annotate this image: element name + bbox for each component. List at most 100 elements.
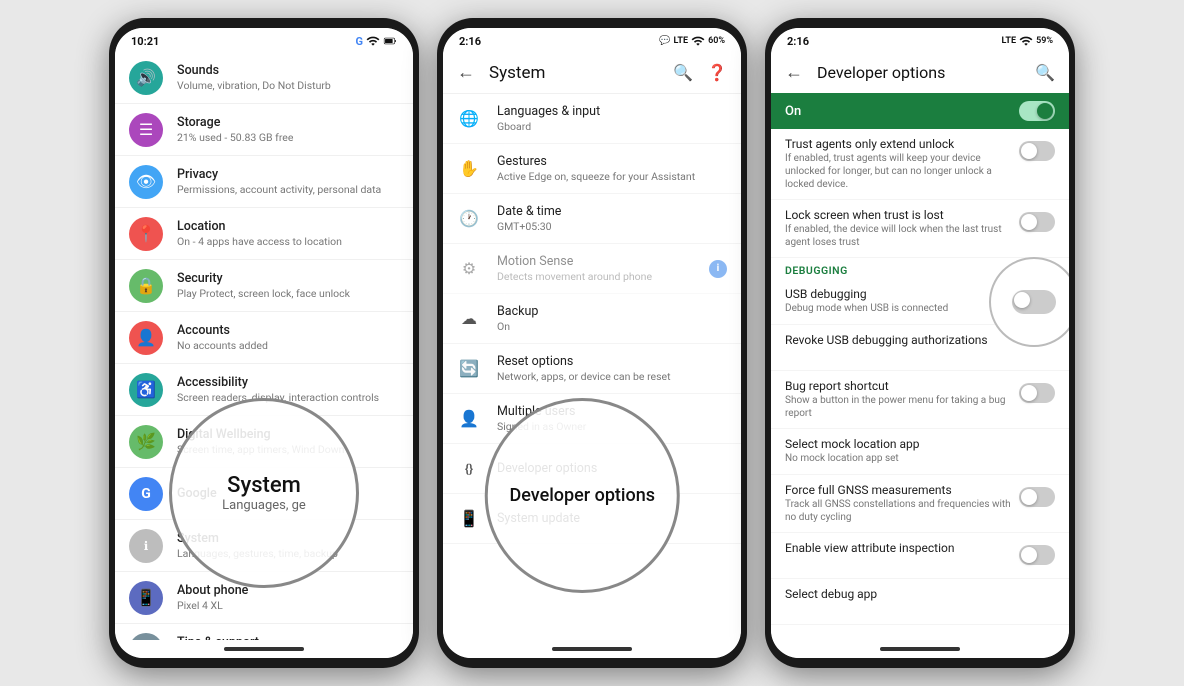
multiuser-icon: 👤 [457, 407, 481, 431]
backup-subtitle: On [497, 320, 727, 333]
viewattr-toggle[interactable] [1019, 545, 1055, 565]
gnss-toggle[interactable] [1019, 487, 1055, 507]
lockscreen-subtitle: If enabled, the device will lock when th… [785, 223, 1011, 249]
system-item-reset[interactable]: 🔄 Reset options Network, apps, or device… [443, 344, 741, 394]
dev-master-toggle[interactable] [1019, 101, 1055, 121]
msg-icon: 💬 [659, 36, 670, 46]
google-title: Google [177, 486, 399, 501]
developer-header: ← Developer options 🔍 [771, 52, 1069, 93]
about-icon: 📱 [129, 581, 163, 615]
system-item-motion[interactable]: ⚙ Motion Sense Detects movement around p… [443, 244, 741, 294]
status-icons-3: LTE 59% [1002, 34, 1053, 48]
settings-item-system[interactable]: ℹ System Languages, gestures, time, back… [115, 520, 413, 572]
update-title: System update [497, 511, 727, 526]
search-button-3[interactable]: 🔍 [1035, 63, 1055, 82]
lockscreen-toggle[interactable] [1019, 212, 1055, 232]
settings-item-google[interactable]: G Google [115, 468, 413, 520]
status-bar-3: 2:16 LTE 59% [771, 28, 1069, 52]
battery-icon [383, 34, 397, 48]
datetime-icon: 🕐 [457, 207, 481, 231]
bugreport-toggle[interactable] [1019, 383, 1055, 403]
datetime-subtitle: GMT+05:30 [497, 220, 727, 233]
search-button-2[interactable]: 🔍 [673, 63, 693, 82]
storage-title: Storage [177, 115, 399, 130]
dev-item-lockscreen[interactable]: Lock screen when trust is lost If enable… [771, 200, 1069, 258]
nav-bar-1 [115, 640, 413, 658]
system-item-backup[interactable]: ☁ Backup On [443, 294, 741, 344]
developer-title: Developer options [497, 461, 727, 476]
motion-icon: ⚙ [457, 257, 481, 281]
settings-item-digital-wellbeing[interactable]: 🌿 Digital Wellbeing Screen time, app tim… [115, 416, 413, 468]
nav-bar-2 [443, 640, 741, 658]
settings-item-sounds[interactable]: 🔊 Sounds Volume, vibration, Do Not Distu… [115, 52, 413, 104]
sounds-icon: 🔊 [129, 61, 163, 95]
status-bar-2: 2:16 💬 LTE 60% [443, 28, 741, 52]
location-icon: 📍 [129, 217, 163, 251]
languages-subtitle: Gboard [497, 120, 727, 133]
security-subtitle: Play Protect, screen lock, face unlock [177, 287, 399, 300]
usb-title: USB debugging [785, 287, 1011, 301]
system-item-update[interactable]: 📱 System update [443, 494, 741, 544]
about-subtitle: Pixel 4 XL [177, 599, 399, 612]
reset-title: Reset options [497, 354, 727, 369]
accessibility-title: Accessibility [177, 375, 399, 390]
dev-on-bar: On [771, 93, 1069, 129]
system-item-languages[interactable]: 🌐 Languages & input Gboard [443, 94, 741, 144]
settings-item-accessibility[interactable]: ♿ Accessibility Screen readers, display,… [115, 364, 413, 416]
system-item-datetime[interactable]: 🕐 Date & time GMT+05:30 [443, 194, 741, 244]
dev-item-revoke[interactable]: Revoke USB debugging authorizations [771, 325, 1069, 371]
system-item-multiuser[interactable]: 👤 Multiple users Signed in as Owner [443, 394, 741, 444]
settings-item-about[interactable]: 📱 About phone Pixel 4 XL [115, 572, 413, 624]
privacy-icon: 👁 [129, 165, 163, 199]
dev-item-debugapp[interactable]: Select debug app [771, 579, 1069, 625]
settings-list-1: 🔊 Sounds Volume, vibration, Do Not Distu… [115, 52, 413, 640]
lte-icon: LTE [674, 36, 689, 46]
dev-item-trust[interactable]: Trust agents only extend unlock If enabl… [771, 129, 1069, 200]
trust-toggle[interactable] [1019, 141, 1055, 161]
motion-title: Motion Sense [497, 254, 693, 269]
tips-icon: ? [129, 633, 163, 641]
storage-subtitle: 21% used - 50.83 GB free [177, 131, 399, 144]
back-button-3[interactable]: ← [785, 62, 803, 83]
multiuser-subtitle: Signed in as Owner [497, 420, 727, 433]
battery-pct-2: 60% [708, 36, 725, 46]
settings-item-storage[interactable]: ☰ Storage 21% used - 50.83 GB free [115, 104, 413, 156]
sounds-subtitle: Volume, vibration, Do Not Disturb [177, 79, 399, 92]
viewattr-title: Enable view attribute inspection [785, 541, 1011, 555]
settings-item-security[interactable]: 🔒 Security Play Protect, screen lock, fa… [115, 260, 413, 312]
system-settings-icon: ℹ [129, 529, 163, 563]
system-list: 🌐 Languages & input Gboard ✋ Gestures Ac… [443, 94, 741, 640]
mock-title: Select mock location app [785, 437, 1055, 451]
home-bar-1 [224, 647, 304, 651]
system-item-gestures[interactable]: ✋ Gestures Active Edge on, squeeze for y… [443, 144, 741, 194]
lte-icon-3: LTE [1002, 36, 1017, 46]
gestures-subtitle: Active Edge on, squeeze for your Assista… [497, 170, 727, 183]
nav-bar-3 [771, 640, 1069, 658]
bugreport-title: Bug report shortcut [785, 379, 1011, 393]
settings-item-privacy[interactable]: 👁 Privacy Permissions, account activity,… [115, 156, 413, 208]
dev-item-gnss[interactable]: Force full GNSS measurements Track all G… [771, 475, 1069, 533]
datetime-title: Date & time [497, 204, 727, 219]
dev-item-viewattr[interactable]: Enable view attribute inspection [771, 533, 1069, 579]
dev-item-mock[interactable]: Select mock location app No mock locatio… [771, 429, 1069, 475]
security-icon: 🔒 [129, 269, 163, 303]
google-icon: G [356, 35, 364, 48]
on-label: On [785, 104, 801, 119]
dev-item-usb[interactable]: USB debugging Debug mode when USB is con… [771, 279, 1069, 325]
status-icons-2: 💬 LTE 60% [659, 34, 725, 48]
back-button-2[interactable]: ← [457, 62, 475, 83]
gestures-title: Gestures [497, 154, 727, 169]
dev-item-bugreport[interactable]: Bug report shortcut Show a button in the… [771, 371, 1069, 429]
digital-wellbeing-icon: 🌿 [129, 425, 163, 459]
backup-title: Backup [497, 304, 727, 319]
settings-item-tips[interactable]: ? Tips & support Help articles, phone & … [115, 624, 413, 640]
digital-wellbeing-title: Digital Wellbeing [177, 427, 399, 442]
help-button-2[interactable]: ❓ [707, 63, 727, 82]
settings-item-location[interactable]: 📍 Location On - 4 apps have access to lo… [115, 208, 413, 260]
phone-2-screen: 2:16 💬 LTE 60% ← System 🔍 ❓ 🌐 Languages … [443, 28, 741, 658]
about-title: About phone [177, 583, 399, 598]
developer-list: Trust agents only extend unlock If enabl… [771, 129, 1069, 640]
settings-item-accounts[interactable]: 👤 Accounts No accounts added [115, 312, 413, 364]
system-item-developer[interactable]: {} Developer options [443, 444, 741, 494]
motion-subtitle: Detects movement around phone [497, 270, 693, 283]
